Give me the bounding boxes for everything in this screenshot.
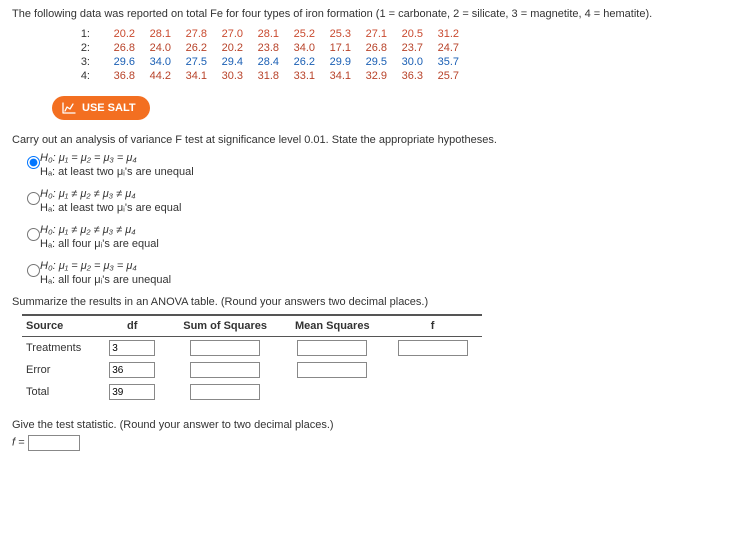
option-c-h0: H₀: μ₁ ≠ μ₂ ≠ μ₃ ≠ μ₄ (40, 224, 136, 236)
col-f: f (384, 315, 482, 337)
option-a-h0: H₀: μ₁ = μ₂ = μ₃ = μ₄ (40, 152, 137, 164)
option-a-ha: Hₐ: at least two μᵢ's are unequal (40, 166, 740, 178)
col-source: Source (22, 315, 95, 337)
option-b-ha: Hₐ: at least two μᵢ's are equal (40, 202, 740, 214)
f-eq-label: f = (12, 437, 25, 449)
data-block: 1: 20.228.127.827.028.125.225.327.120.53… (72, 28, 740, 82)
col-df: df (95, 315, 169, 337)
option-d-ha: Hₐ: all four μᵢ's are unequal (40, 274, 740, 286)
anova-table: Source df Sum of Squares Mean Squares f … (22, 314, 482, 403)
input-ss-treat[interactable] (190, 340, 260, 356)
input-ms-treat[interactable] (297, 340, 367, 356)
option-d-h0: H₀: μ₁ = μ₂ = μ₃ = μ₄ (40, 260, 137, 272)
cell-treat-label: Treatments (22, 337, 95, 360)
radio-c[interactable] (27, 228, 40, 241)
row-total: Total (22, 381, 482, 403)
option-c-ha: Hₐ: all four μᵢ's are equal (40, 238, 740, 250)
input-ss-error[interactable] (190, 362, 260, 378)
radio-a[interactable] (27, 156, 40, 169)
option-b[interactable]: H₀: μ₁ ≠ μ₂ ≠ μ₃ ≠ μ₄ Hₐ: at least two μ… (22, 188, 740, 214)
cell-total-label: Total (22, 381, 95, 403)
input-f-stat[interactable] (28, 435, 80, 451)
col-ms: Mean Squares (281, 315, 384, 337)
use-salt-button[interactable]: USE SALT (52, 96, 150, 120)
input-ms-error[interactable] (297, 362, 367, 378)
question-text: Carry out an analysis of variance F test… (12, 134, 740, 146)
intro-text: The following data was reported on total… (12, 8, 740, 20)
input-ss-total[interactable] (190, 384, 260, 400)
data-row-4: 4: 36.844.234.130.331.833.134.132.936.32… (72, 70, 740, 82)
row-error: Error (22, 359, 482, 381)
stats-icon (62, 102, 76, 114)
radio-b[interactable] (27, 192, 40, 205)
data-row-3: 3: 29.634.027.529.428.426.229.929.530.03… (72, 56, 740, 68)
option-d[interactable]: H₀: μ₁ = μ₂ = μ₃ = μ₄ Hₐ: all four μᵢ's … (22, 260, 740, 286)
col-ss: Sum of Squares (169, 315, 281, 337)
input-f-treat[interactable] (398, 340, 468, 356)
data-row-2: 2: 26.824.026.220.223.834.017.126.823.72… (72, 42, 740, 54)
option-b-h0: H₀: μ₁ ≠ μ₂ ≠ μ₃ ≠ μ₄ (40, 188, 136, 200)
input-df-error[interactable] (109, 362, 155, 378)
use-salt-label: USE SALT (82, 102, 136, 114)
input-df-treat[interactable] (109, 340, 155, 356)
summary-text: Summarize the results in an ANOVA table.… (12, 296, 740, 308)
input-df-total[interactable] (109, 384, 155, 400)
cell-error-label: Error (22, 359, 95, 381)
option-a[interactable]: H₀: μ₁ = μ₂ = μ₃ = μ₄ Hₐ: at least two μ… (22, 152, 740, 178)
data-row-1: 1: 20.228.127.827.028.125.225.327.120.53… (72, 28, 740, 40)
option-c[interactable]: H₀: μ₁ ≠ μ₂ ≠ μ₃ ≠ μ₄ Hₐ: all four μᵢ's … (22, 224, 740, 250)
radio-d[interactable] (27, 264, 40, 277)
test-stat-label: Give the test statistic. (Round your ans… (12, 419, 740, 431)
row-treatments: Treatments (22, 337, 482, 360)
